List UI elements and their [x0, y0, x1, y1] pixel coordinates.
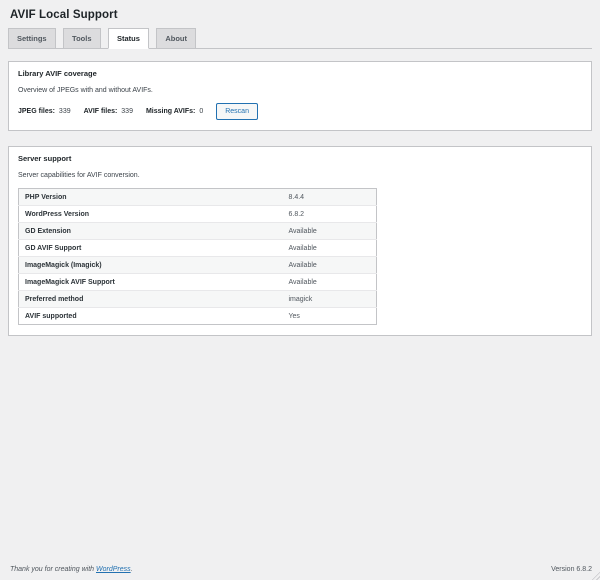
- rescan-button[interactable]: Rescan: [216, 103, 258, 120]
- coverage-stats-row: JPEG files: 339 AVIF files: 339 Missing …: [18, 103, 582, 120]
- row-label: ImageMagick (Imagick): [19, 257, 283, 274]
- coverage-card-description: Overview of JPEGs with and without AVIFs…: [18, 87, 582, 94]
- row-label: GD Extension: [19, 223, 283, 240]
- row-value: Available: [283, 240, 377, 257]
- row-value: 8.4.4: [283, 189, 377, 206]
- footer-thanks-text: Thank you for creating with WordPress.: [10, 566, 133, 573]
- row-value: Yes: [283, 308, 377, 325]
- row-value: imagick: [283, 291, 377, 308]
- stat-jpeg-files-value: 339: [59, 108, 71, 115]
- tab-about[interactable]: About: [156, 28, 196, 48]
- table-row: ImageMagick AVIF Support Available: [19, 274, 377, 291]
- tab-tools[interactable]: Tools: [63, 28, 100, 48]
- stat-jpeg-files-label: JPEG files:: [18, 108, 55, 115]
- stat-missing-avifs-value: 0: [199, 108, 203, 115]
- stat-avif-files-value: 339: [121, 108, 133, 115]
- footer-thanks-suffix: .: [131, 566, 133, 573]
- server-support-card: Server support Server capabilities for A…: [8, 146, 592, 336]
- row-label: GD AVIF Support: [19, 240, 283, 257]
- table-row: GD Extension Available: [19, 223, 377, 240]
- table-row: ImageMagick (Imagick) Available: [19, 257, 377, 274]
- tab-settings[interactable]: Settings: [8, 28, 56, 48]
- footer-version: Version 6.8.2: [551, 566, 592, 573]
- library-coverage-card: Library AVIF coverage Overview of JPEGs …: [8, 61, 592, 131]
- admin-page: AVIF Local Support Settings Tools Status…: [0, 0, 600, 336]
- stat-avif-files: AVIF files: 339: [84, 108, 133, 115]
- tab-bar: Settings Tools Status About: [8, 28, 592, 49]
- admin-footer: Thank you for creating with WordPress. V…: [0, 556, 600, 580]
- row-label: ImageMagick AVIF Support: [19, 274, 283, 291]
- page-title: AVIF Local Support: [8, 0, 592, 21]
- table-row: AVIF supported Yes: [19, 308, 377, 325]
- table-row: GD AVIF Support Available: [19, 240, 377, 257]
- wordpress-link[interactable]: WordPress: [96, 566, 131, 573]
- table-row: WordPress Version 6.8.2: [19, 206, 377, 223]
- footer-thanks-prefix: Thank you for creating with: [10, 566, 96, 573]
- server-card-description: Server capabilities for AVIF conversion.: [18, 172, 582, 179]
- coverage-card-heading: Library AVIF coverage: [18, 69, 582, 78]
- stat-jpeg-files: JPEG files: 339: [18, 108, 71, 115]
- row-label: AVIF supported: [19, 308, 283, 325]
- row-value: Available: [283, 274, 377, 291]
- table-row: Preferred method imagick: [19, 291, 377, 308]
- stat-missing-avifs-label: Missing AVIFs:: [146, 108, 195, 115]
- server-card-heading: Server support: [18, 154, 582, 163]
- table-row: PHP Version 8.4.4: [19, 189, 377, 206]
- row-label: WordPress Version: [19, 206, 283, 223]
- row-value: Available: [283, 257, 377, 274]
- row-value: Available: [283, 223, 377, 240]
- row-label: PHP Version: [19, 189, 283, 206]
- row-value: 6.8.2: [283, 206, 377, 223]
- tab-status[interactable]: Status: [108, 28, 149, 49]
- server-capabilities-table: PHP Version 8.4.4 WordPress Version 6.8.…: [18, 188, 377, 325]
- row-label: Preferred method: [19, 291, 283, 308]
- stat-avif-files-label: AVIF files:: [84, 108, 118, 115]
- stat-missing-avifs: Missing AVIFs: 0: [146, 108, 203, 115]
